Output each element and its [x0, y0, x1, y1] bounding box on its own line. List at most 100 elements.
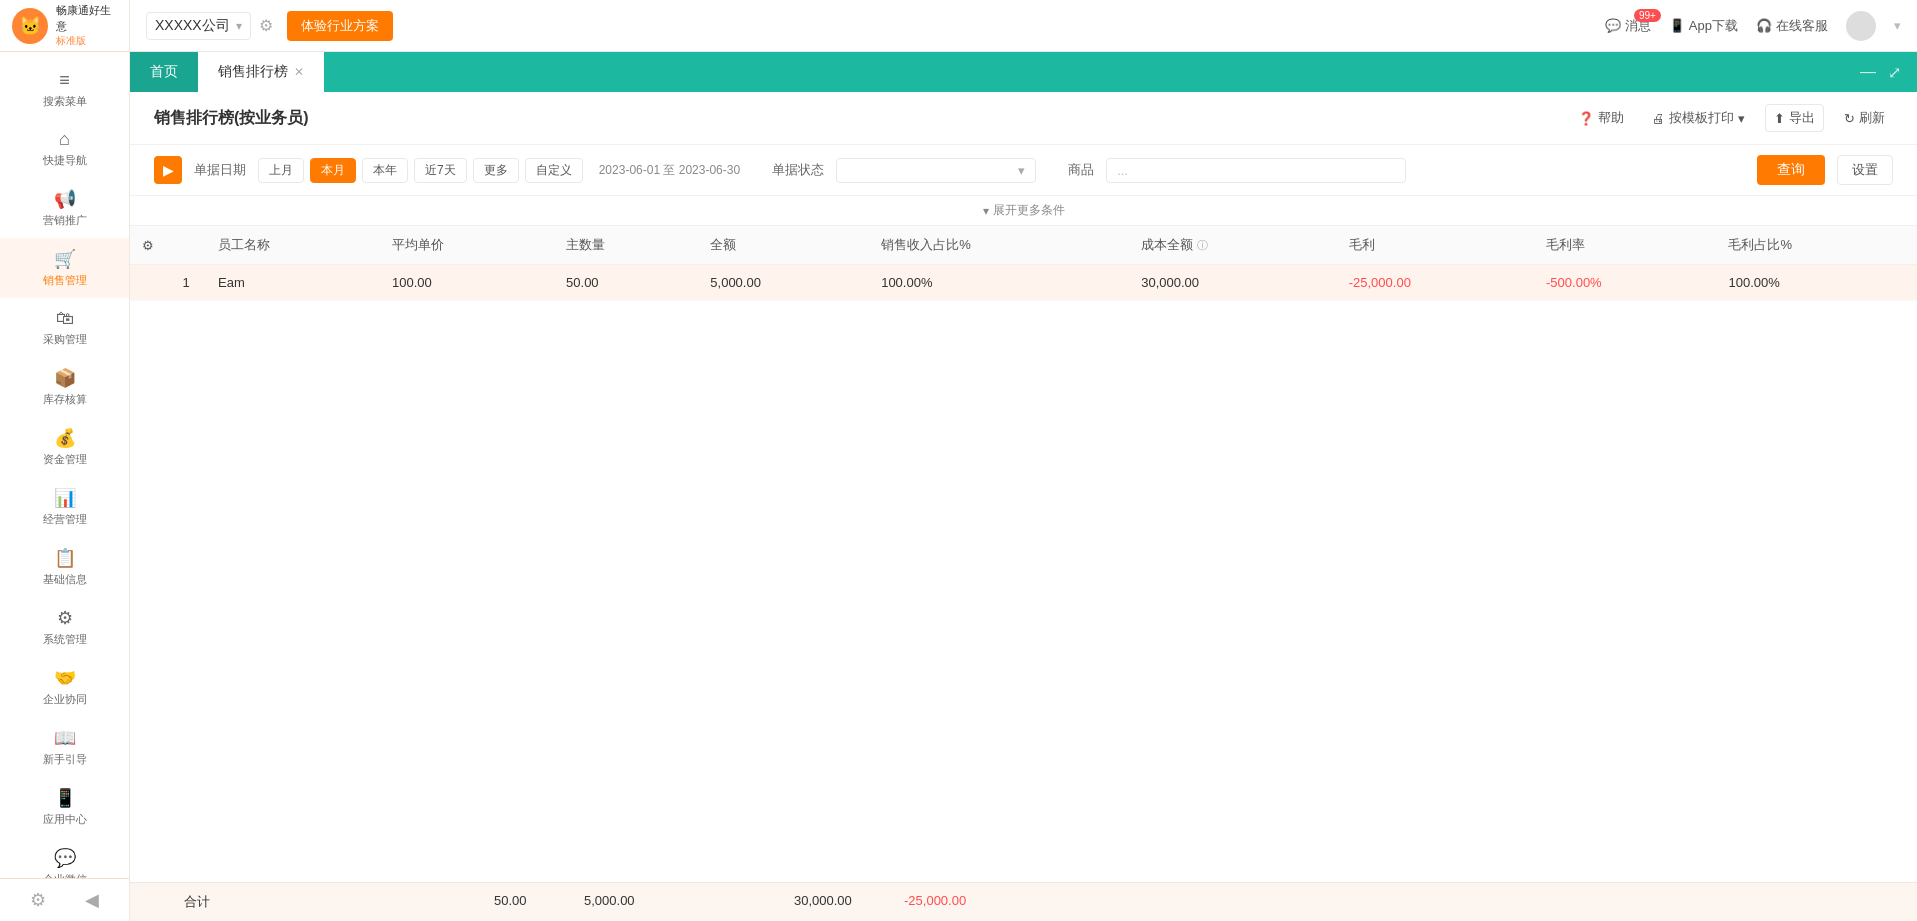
sidebar-bottom: ⚙ ◀: [0, 878, 129, 921]
tab-sales-rank[interactable]: 销售排行榜 ✕: [198, 52, 324, 92]
print-button[interactable]: 🖨 按模板打印 ▾: [1644, 105, 1753, 131]
sidebar-label-marketing: 营销推广: [43, 213, 87, 228]
sidebar-item-inventory[interactable]: 📦 库存核算: [0, 357, 129, 417]
sidebar-logo: 🐱 畅康通好生意 标准版: [0, 0, 129, 52]
tab-home-label: 首页: [150, 63, 178, 81]
filter-toggle-button[interactable]: ▶: [154, 156, 182, 184]
sidebar-label-app-center: 应用中心: [43, 812, 87, 827]
sidebar-collapse-icon[interactable]: ◀: [85, 889, 99, 911]
sidebar-label-guide: 新手引导: [43, 752, 87, 767]
trial-button[interactable]: 体验行业方案: [287, 11, 393, 41]
company-selector[interactable]: XXXXX公司 ▾: [146, 12, 251, 40]
sidebar-item-guide[interactable]: 📖 新手引导: [0, 717, 129, 777]
th-amount: 全额: [698, 226, 869, 265]
sidebar-item-enterprise[interactable]: 🤝 企业协同: [0, 657, 129, 717]
sidebar-item-finance[interactable]: 💰 资金管理: [0, 417, 129, 477]
sidebar-item-purchase[interactable]: 🛍 采购管理: [0, 298, 129, 357]
footer-gross: -25,000.00: [892, 893, 978, 911]
topbar-gear-icon[interactable]: ⚙: [259, 16, 273, 35]
th-sales-pct: 销售收入占比%: [869, 226, 1129, 265]
status-select[interactable]: ▾: [836, 158, 1036, 183]
sidebar-item-wechat[interactable]: 💬 企业微信: [0, 837, 129, 878]
company-name: XXXXX公司: [155, 17, 230, 35]
refresh-icon: ↻: [1844, 111, 1855, 126]
topbar-right: 💬 消息 99+ 📱 App下载 🎧 在线客服 ▾: [1605, 11, 1901, 41]
row-avg-price: 100.00: [380, 265, 554, 301]
refresh-button[interactable]: ↻ 刷新: [1836, 105, 1893, 131]
minimize-icon[interactable]: —: [1860, 63, 1876, 81]
row-rank: 1: [166, 265, 206, 301]
footer-sales-pct-empty: [672, 893, 782, 911]
footer-qty: 50.00: [482, 893, 572, 911]
tab-home[interactable]: 首页: [130, 52, 198, 92]
user-name: ▾: [1894, 18, 1901, 33]
sidebar-label-purchase: 采购管理: [43, 332, 87, 347]
logo-text: 畅康通好生意 标准版: [56, 3, 117, 48]
th-gross-rate: 毛利率: [1534, 226, 1716, 265]
goods-input[interactable]: ...: [1106, 158, 1406, 183]
row-gross: -25,000.00: [1337, 265, 1534, 301]
date-btn-more[interactable]: 更多: [473, 158, 519, 183]
sidebar-item-basic-info[interactable]: 📋 基础信息: [0, 537, 129, 597]
export-button[interactable]: ⬆ 导出: [1765, 104, 1824, 132]
sidebar-label-wechat: 企业微信: [43, 872, 87, 878]
query-button[interactable]: 查询: [1757, 155, 1825, 185]
date-filter-label: 单据日期: [194, 161, 246, 179]
th-gross: 毛利: [1337, 226, 1534, 265]
footer-cells: 合计 50.00 5,000.00 30,000.00 -25,000.00: [142, 893, 1905, 911]
finance-icon: 💰: [54, 427, 76, 449]
online-service-button[interactable]: 🎧 在线客服: [1756, 17, 1828, 35]
date-btn-custom[interactable]: 自定义: [525, 158, 583, 183]
date-buttons: 上月 本月 本年 近7天 更多 自定义: [258, 158, 583, 183]
maximize-icon[interactable]: ⤢: [1888, 63, 1901, 82]
app-logo-icon: 🐱: [12, 8, 48, 44]
sidebar-label-enterprise: 企业协同: [43, 692, 87, 707]
date-btn-this-month[interactable]: 本月: [310, 158, 356, 183]
goods-value: ...: [1117, 163, 1395, 178]
table-body: 1 Eam 100.00 50.00 5,000.00 100.00% 30,0…: [130, 265, 1917, 301]
tab-window-controls: — ⤢: [1860, 52, 1917, 92]
sidebar-item-search-order[interactable]: ≡ 搜索菜单: [0, 60, 129, 119]
settings-button[interactable]: 设置: [1837, 155, 1893, 185]
th-qty: 主数量: [554, 226, 698, 265]
message-icon: 💬: [1605, 18, 1621, 33]
topbar: XXXXX公司 ▾ ⚙ 体验行业方案 💬 消息 99+ 📱 App下载 🎧 在线…: [130, 0, 1917, 52]
date-btn-last-month[interactable]: 上月: [258, 158, 304, 183]
app-center-icon: 📱: [54, 787, 76, 809]
page-header: 销售排行榜(按业务员) ❓ 帮助 🖨 按模板打印 ▾ ⬆ 导出 ↻ 刷新: [130, 92, 1917, 145]
sidebar-label-quick-nav: 快捷导航: [43, 153, 87, 168]
user-avatar[interactable]: [1846, 11, 1876, 41]
app-download-button[interactable]: 📱 App下载: [1669, 17, 1738, 35]
messages-button[interactable]: 💬 消息 99+: [1605, 17, 1651, 35]
expand-more-bar[interactable]: ▾ 展开更多条件: [130, 196, 1917, 226]
tab-sales-rank-label: 销售排行榜: [218, 63, 288, 81]
row-gross-pct: 100.00%: [1716, 265, 1917, 301]
headset-icon: 🎧: [1756, 18, 1772, 33]
help-button[interactable]: ❓ 帮助: [1570, 105, 1632, 131]
sidebar-label-operations: 经营管理: [43, 512, 87, 527]
enterprise-icon: 🤝: [54, 667, 76, 689]
guide-icon: 📖: [54, 727, 76, 749]
sidebar-item-operations[interactable]: 📊 经营管理: [0, 477, 129, 537]
th-settings[interactable]: ⚙: [130, 226, 166, 265]
sidebar-item-app-center[interactable]: 📱 应用中心: [0, 777, 129, 837]
tab-close-icon[interactable]: ✕: [294, 65, 304, 79]
home-icon: ⌂: [59, 129, 70, 150]
sidebar-settings-icon[interactable]: ⚙: [30, 889, 46, 911]
sidebar-item-system[interactable]: ⚙ 系统管理: [0, 597, 129, 657]
print-icon: 🖨: [1652, 111, 1665, 126]
date-btn-this-year[interactable]: 本年: [362, 158, 408, 183]
inventory-icon: 📦: [54, 367, 76, 389]
data-table-container: ⚙ 员工名称 平均单价 主数量 全额 销售收入占比% 成本全额 ⓘ 毛利 毛利率…: [130, 226, 1917, 882]
table-row: 1 Eam 100.00 50.00 5,000.00 100.00% 30,0…: [130, 265, 1917, 301]
main-content: 销售排行榜(按业务员) ❓ 帮助 🖨 按模板打印 ▾ ⬆ 导出 ↻ 刷新: [130, 92, 1917, 921]
filter-bar: ▶ 单据日期 上月 本月 本年 近7天 更多 自定义 2023-06-01 至 …: [130, 145, 1917, 196]
footer-empty-settings: [142, 893, 172, 911]
sidebar-item-quick-nav[interactable]: ⌂ 快捷导航: [0, 119, 129, 178]
sidebar-item-marketing[interactable]: 📢 营销推广: [0, 178, 129, 238]
row-amount: 5,000.00: [698, 265, 869, 301]
sidebar-item-sales[interactable]: 🛒 销售管理: [0, 238, 129, 298]
help-icon: ❓: [1578, 111, 1594, 126]
status-chevron-icon: ▾: [1018, 163, 1025, 178]
date-btn-last-7days[interactable]: 近7天: [414, 158, 467, 183]
